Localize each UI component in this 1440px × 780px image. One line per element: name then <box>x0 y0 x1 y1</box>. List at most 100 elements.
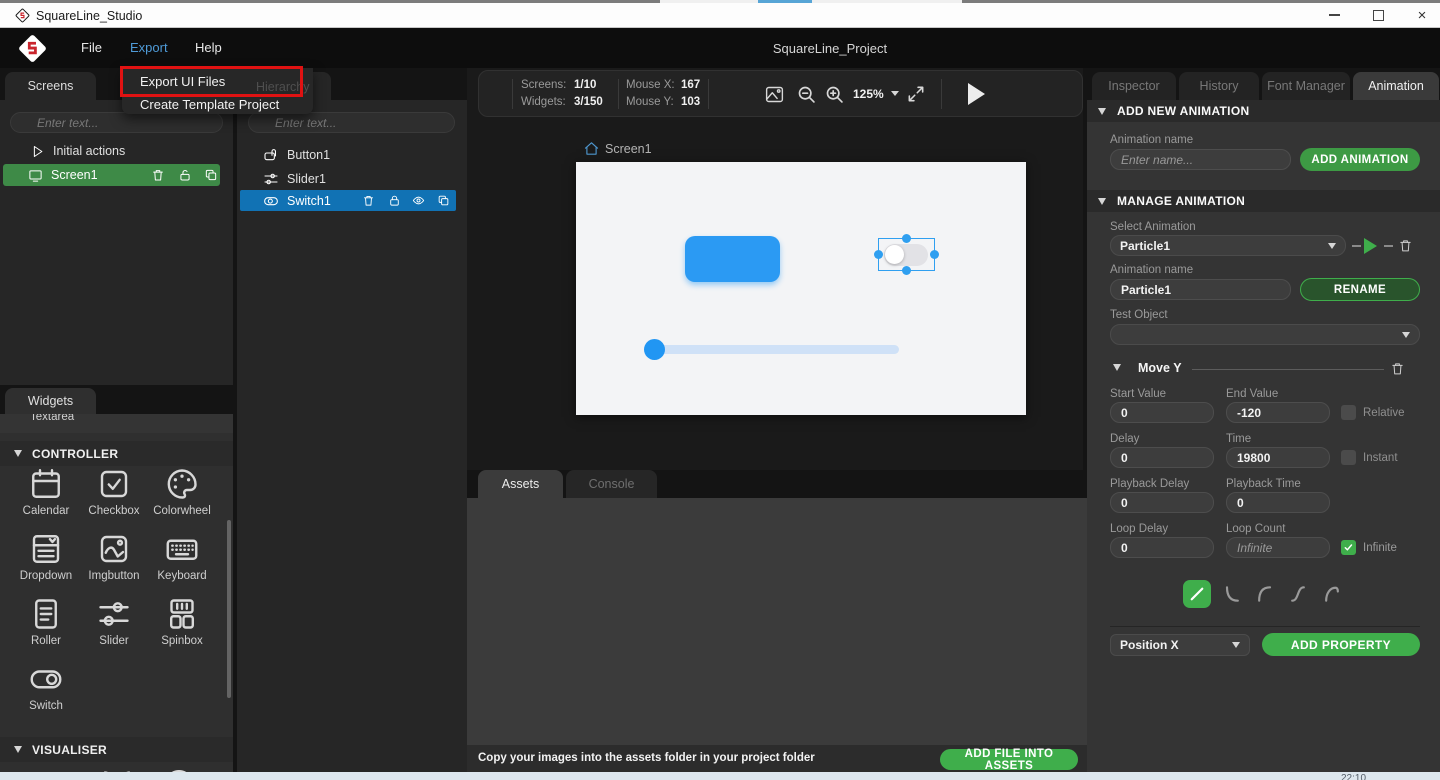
property-select-dropdown[interactable]: Position X <box>1110 634 1250 656</box>
tab-assets[interactable]: Assets <box>478 470 563 498</box>
menu-help[interactable]: Help <box>195 40 222 55</box>
infinite-checkbox[interactable] <box>1341 540 1356 555</box>
canvas-slider-knob[interactable] <box>644 339 665 360</box>
widget-item-spinbox[interactable]: Spinbox <box>148 596 216 661</box>
time-input[interactable] <box>1226 447 1330 468</box>
tree-item-slider1[interactable]: Slider1 <box>237 168 467 190</box>
new-animation-name-input[interactable] <box>1110 149 1291 170</box>
mouse-y-value: 103 <box>681 96 701 108</box>
delete-property-icon[interactable] <box>1390 361 1405 376</box>
easing-ease-in-button[interactable] <box>1255 584 1275 604</box>
play-animation-button[interactable] <box>1364 238 1377 254</box>
easing-ease-in-out-button[interactable] <box>1288 584 1308 604</box>
tree-item-screen1[interactable]: Screen1 <box>3 164 220 186</box>
property-select-value: Position X <box>1120 638 1179 652</box>
minimize-button[interactable] <box>1320 3 1348 27</box>
eye-icon[interactable] <box>412 194 425 207</box>
add-animation-button[interactable]: ADD ANIMATION <box>1300 148 1420 171</box>
widgets-scrollbar[interactable] <box>227 520 231 698</box>
canvas-screen-label[interactable]: Screen1 <box>605 142 652 156</box>
section-header-add-new-animation[interactable]: ADD NEW ANIMATION <box>1087 100 1440 122</box>
design-canvas[interactable] <box>576 162 1026 415</box>
easing-linear-button[interactable] <box>1183 580 1211 608</box>
instant-checkbox[interactable] <box>1341 450 1356 465</box>
end-value-input[interactable] <box>1226 402 1330 423</box>
widgets-count-label: Widgets: <box>521 96 566 108</box>
relative-checkbox[interactable] <box>1341 405 1356 420</box>
widget-item-slider[interactable]: Slider <box>80 596 148 661</box>
toolbar-divider <box>512 79 513 109</box>
playback-time-input[interactable] <box>1226 492 1330 513</box>
screenshot-icon[interactable] <box>764 84 785 105</box>
hierarchy-search-input[interactable] <box>248 112 455 133</box>
playback-delay-input[interactable] <box>1110 492 1214 513</box>
delete-icon[interactable] <box>362 194 375 207</box>
widget-item-checkbox[interactable]: Checkbox <box>80 466 148 531</box>
dropdown-icon <box>32 535 60 563</box>
section-header-controller[interactable]: CONTROLLER <box>0 441 233 466</box>
animation-name-input[interactable] <box>1110 279 1291 300</box>
menu-export[interactable]: Export <box>130 40 168 55</box>
screens-search-input[interactable] <box>10 112 223 133</box>
fit-screen-icon[interactable] <box>906 84 926 104</box>
zoom-level-value[interactable]: 125% <box>853 87 884 101</box>
section-header-visualiser[interactable]: VISUALISER <box>0 737 233 762</box>
chevron-down-icon[interactable] <box>1113 364 1121 371</box>
tree-item-initial-actions[interactable]: Initial actions <box>0 140 233 162</box>
lock-icon[interactable] <box>388 194 401 207</box>
play-button[interactable] <box>968 83 985 105</box>
tree-item-button1[interactable]: Button1 <box>237 144 467 166</box>
section-header-manage-animation[interactable]: MANAGE ANIMATION <box>1087 190 1440 212</box>
delete-animation-icon[interactable] <box>1398 238 1413 253</box>
menu-item-create-template-project[interactable]: Create Template Project <box>122 95 313 114</box>
test-object-dropdown[interactable] <box>1110 324 1420 345</box>
chart-icon-partial[interactable] <box>100 764 134 772</box>
copy-icon[interactable] <box>437 194 450 207</box>
tree-item-switch1[interactable]: Switch1 <box>240 190 456 211</box>
selection-handle[interactable] <box>930 250 939 259</box>
tab-widgets[interactable]: Widgets <box>5 388 96 414</box>
loop-count-input[interactable] <box>1226 537 1330 558</box>
selection-handle[interactable] <box>902 266 911 275</box>
zoom-in-icon[interactable] <box>824 84 845 105</box>
zoom-level-caret-icon[interactable] <box>891 91 899 96</box>
scrolled-widget-row[interactable]: Textarea <box>0 414 233 433</box>
add-property-button[interactable]: ADD PROPERTY <box>1262 633 1420 656</box>
loop-delay-input[interactable] <box>1110 537 1214 558</box>
tab-console[interactable]: Console <box>566 470 657 498</box>
keyboard-icon <box>166 539 198 560</box>
tab-screens[interactable]: Screens <box>5 72 96 100</box>
widget-item-colorwheel[interactable]: Colorwheel <box>148 466 216 531</box>
widget-item-switch[interactable]: Switch <box>12 661 80 726</box>
maximize-button[interactable] <box>1364 3 1392 27</box>
rename-button[interactable]: RENAME <box>1300 278 1420 301</box>
add-file-into-assets-button[interactable]: ADD FILE INTO ASSETS <box>940 748 1078 772</box>
tab-history[interactable]: History <box>1179 72 1259 100</box>
widget-item-imgbutton[interactable]: Imgbutton <box>80 531 148 596</box>
canvas-slider-track[interactable] <box>645 345 899 354</box>
widget-item-roller[interactable]: Roller <box>12 596 80 661</box>
widget-item-calendar[interactable]: Calendar <box>12 466 80 531</box>
widget-item-keyboard[interactable]: Keyboard <box>148 531 216 596</box>
unlock-icon[interactable] <box>178 168 192 182</box>
menu-file[interactable]: File <box>81 40 102 55</box>
zoom-out-icon[interactable] <box>796 84 817 105</box>
copy-icon[interactable] <box>204 168 218 182</box>
screens-panel: Initial actions Screen1 <box>0 100 233 385</box>
canvas-button-widget[interactable] <box>685 236 780 282</box>
selection-handle[interactable] <box>902 234 911 243</box>
start-value-input[interactable] <box>1110 402 1214 423</box>
select-animation-dropdown[interactable]: Particle1 <box>1110 235 1346 256</box>
easing-overshoot-button[interactable] <box>1322 584 1342 604</box>
delete-icon[interactable] <box>151 168 165 182</box>
home-icon[interactable] <box>583 140 600 157</box>
easing-ease-out-button[interactable] <box>1222 584 1242 604</box>
tab-font-manager[interactable]: Font Manager <box>1262 72 1350 100</box>
tab-animation[interactable]: Animation <box>1353 72 1439 100</box>
arc-icon-partial[interactable] <box>162 764 196 772</box>
selection-handle[interactable] <box>874 250 883 259</box>
delay-input[interactable] <box>1110 447 1214 468</box>
widget-item-dropdown[interactable]: Dropdown <box>12 531 80 596</box>
close-button[interactable]: × <box>1408 3 1436 27</box>
tab-inspector[interactable]: Inspector <box>1092 72 1176 100</box>
